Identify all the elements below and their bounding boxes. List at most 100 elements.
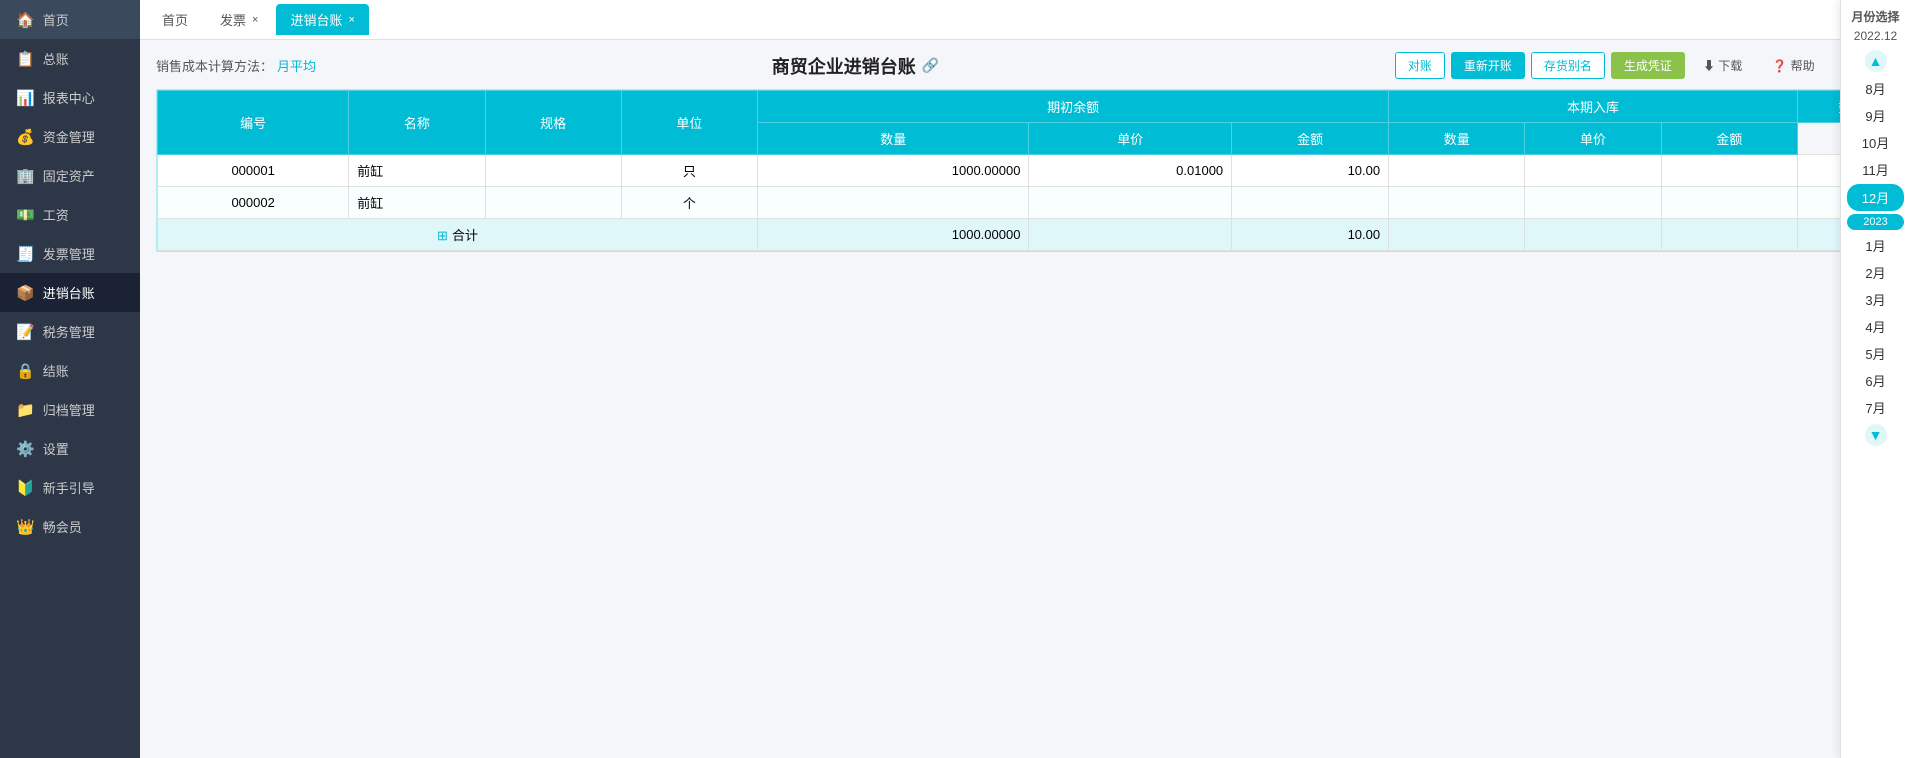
cell-id: 000002 xyxy=(158,187,349,219)
sidebar-item-label: 报表中心 xyxy=(43,88,95,107)
tab-bar: 首页 发票 × 进销台账 × × ⤢ xyxy=(140,0,1910,40)
help-button[interactable]: ❓ 帮助 xyxy=(1760,53,1826,78)
sidebar-item-settings[interactable]: ⚙️ 设置 xyxy=(0,429,140,468)
total-rk-qty xyxy=(1389,219,1525,251)
guide-icon: 🔰 xyxy=(16,479,35,497)
col-spec: 规格 xyxy=(485,91,621,155)
info-bar: 销售成本计算方法： 月平均 商贸企业进销台账 🔗 对账 重新开账 存货别名 生成… xyxy=(156,52,1894,79)
tab-invoice-close[interactable]: × xyxy=(252,14,258,26)
tab-purchase-sales[interactable]: 进销台账 × xyxy=(276,4,368,35)
report-icon: 📊 xyxy=(16,89,35,107)
month-item-8[interactable]: 8月 xyxy=(1841,75,1910,102)
table-row: 000001 前缸 只 1000.00000 0.01000 10.00 xyxy=(158,155,1893,187)
total-qc-price xyxy=(1029,219,1232,251)
year-2023-label: 2023 xyxy=(1847,214,1904,230)
month-scroll-down-button[interactable]: ▼ xyxy=(1865,424,1887,446)
cost-method-value: 月平均 xyxy=(277,56,316,75)
reopen-button[interactable]: 重新开账 xyxy=(1451,52,1525,79)
month-item-12[interactable]: 12月 xyxy=(1847,184,1904,211)
month-item-2[interactable]: 2月 xyxy=(1841,259,1910,286)
cell-rk-qty xyxy=(1389,155,1525,187)
month-item-10[interactable]: 10月 xyxy=(1841,129,1910,156)
sidebar-item-archive[interactable]: 📁 归档管理 xyxy=(0,390,140,429)
table-row: 000002 前缸 个 xyxy=(158,187,1893,219)
month-item-6[interactable]: 6月 xyxy=(1841,367,1910,394)
ledger-icon: 📋 xyxy=(16,50,35,68)
sidebar-item-salary[interactable]: 💵 工资 xyxy=(0,195,140,234)
sidebar-item-finance[interactable]: 💰 资金管理 xyxy=(0,117,140,156)
data-table-wrapper: 编号 名称 规格 单位 期初余额 本期入库 数 数量 单价 金额 数量 单价 xyxy=(156,89,1894,252)
tab-invoice[interactable]: 发票 × xyxy=(206,4,272,35)
col-unit: 单位 xyxy=(621,91,757,155)
sidebar-item-label: 总账 xyxy=(43,49,69,68)
tab-home-label: 首页 xyxy=(162,10,188,29)
sidebar-item-label: 税务管理 xyxy=(43,322,95,341)
cell-rk-amount xyxy=(1661,187,1797,219)
toolbar-actions: 对账 重新开账 存货别名 生成凭证 ⬇ 下载 ❓ 帮助 ↻ 刷新 xyxy=(1395,52,1894,79)
total-label: ⊞合计 xyxy=(158,219,758,251)
content-area: 销售成本计算方法： 月平均 商贸企业进销台账 🔗 对账 重新开账 存货别名 生成… xyxy=(140,40,1910,758)
sidebar-item-report[interactable]: 📊 报表中心 xyxy=(0,78,140,117)
sidebar-item-tax[interactable]: 📝 税务管理 xyxy=(0,312,140,351)
sidebar-item-label: 归档管理 xyxy=(43,400,95,419)
month-scroll-up-button[interactable]: ▲ xyxy=(1865,50,1887,72)
sub-col-qc-price: 单价 xyxy=(1029,123,1232,155)
month-item-11[interactable]: 11月 xyxy=(1841,156,1910,183)
sidebar-item-label: 畅会员 xyxy=(43,517,82,536)
total-qc-amount: 10.00 xyxy=(1232,219,1389,251)
month-item-3[interactable]: 3月 xyxy=(1841,286,1910,313)
col-group-ruku: 本期入库 xyxy=(1389,91,1798,123)
col-name: 名称 xyxy=(349,91,485,155)
cost-method-label: 销售成本计算方法： xyxy=(156,56,273,75)
page-title: 商贸企业进销台账 🔗 xyxy=(316,53,1395,79)
month-item-5[interactable]: 5月 xyxy=(1841,340,1910,367)
sidebar-item-closing[interactable]: 🔒 结账 xyxy=(0,351,140,390)
sidebar-item-assets[interactable]: 🏢 固定资产 xyxy=(0,156,140,195)
month-panel-title: 月份选择 xyxy=(1851,8,1899,25)
sidebar-item-label: 进销台账 xyxy=(43,283,95,302)
generate-voucher-button[interactable]: 生成凭证 xyxy=(1611,52,1685,79)
sidebar-item-guide[interactable]: 🔰 新手引导 xyxy=(0,468,140,507)
reconcile-button[interactable]: 对账 xyxy=(1395,52,1445,79)
page-link-icon[interactable]: 🔗 xyxy=(922,57,939,74)
sidebar-item-member[interactable]: 👑 畅会员 xyxy=(0,507,140,546)
archive-icon: 📁 xyxy=(16,401,35,419)
month-panel-current-year: 2022.12 xyxy=(1854,29,1897,43)
cell-qc-price xyxy=(1029,187,1232,219)
cell-spec xyxy=(485,155,621,187)
cell-name: 前缸 xyxy=(349,155,485,187)
col-group-qiechu: 期初余额 xyxy=(758,91,1389,123)
month-item-4[interactable]: 4月 xyxy=(1841,313,1910,340)
sidebar-item-label: 设置 xyxy=(43,439,69,458)
cell-name: 前缸 xyxy=(349,187,485,219)
cell-rk-price xyxy=(1525,155,1661,187)
total-qc-qty: 1000.00000 xyxy=(758,219,1029,251)
tab-purchase-sales-close[interactable]: × xyxy=(348,14,354,26)
settings-icon: ⚙️ xyxy=(16,440,35,458)
total-rk-amount xyxy=(1661,219,1797,251)
cell-qc-qty xyxy=(758,187,1029,219)
sub-col-rk-price: 单价 xyxy=(1525,123,1661,155)
month-item-1[interactable]: 1月 xyxy=(1841,232,1910,259)
tab-home[interactable]: 首页 xyxy=(148,4,202,35)
sidebar-item-purchase-sales[interactable]: 📦 进销台账 xyxy=(0,273,140,312)
assets-icon: 🏢 xyxy=(16,167,35,185)
finance-icon: 💰 xyxy=(16,128,35,146)
save-alias-button[interactable]: 存货别名 xyxy=(1531,52,1605,79)
cell-id: 000001 xyxy=(158,155,349,187)
month-item-9[interactable]: 9月 xyxy=(1841,102,1910,129)
sidebar-item-ledger[interactable]: 📋 总账 xyxy=(0,39,140,78)
cell-rk-amount xyxy=(1661,155,1797,187)
sidebar-item-home[interactable]: 🏠 首页 xyxy=(0,0,140,39)
sidebar-item-invoice-mgmt[interactable]: 🧾 发票管理 xyxy=(0,234,140,273)
month-item-7[interactable]: 7月 xyxy=(1841,394,1910,421)
member-icon: 👑 xyxy=(16,518,35,536)
sidebar-item-label: 资金管理 xyxy=(43,127,95,146)
main-area: 首页 发票 × 进销台账 × × ⤢ 销售成本计算方法： 月平均 商贸企业进销台… xyxy=(140,0,1910,758)
tab-invoice-label: 发票 xyxy=(220,10,246,29)
sub-col-qc-amount: 金额 xyxy=(1232,123,1389,155)
sidebar-item-label: 工资 xyxy=(43,205,69,224)
sub-col-rk-qty: 数量 xyxy=(1389,123,1525,155)
sidebar-item-label: 固定资产 xyxy=(43,166,95,185)
download-button[interactable]: ⬇ 下载 xyxy=(1691,53,1754,78)
